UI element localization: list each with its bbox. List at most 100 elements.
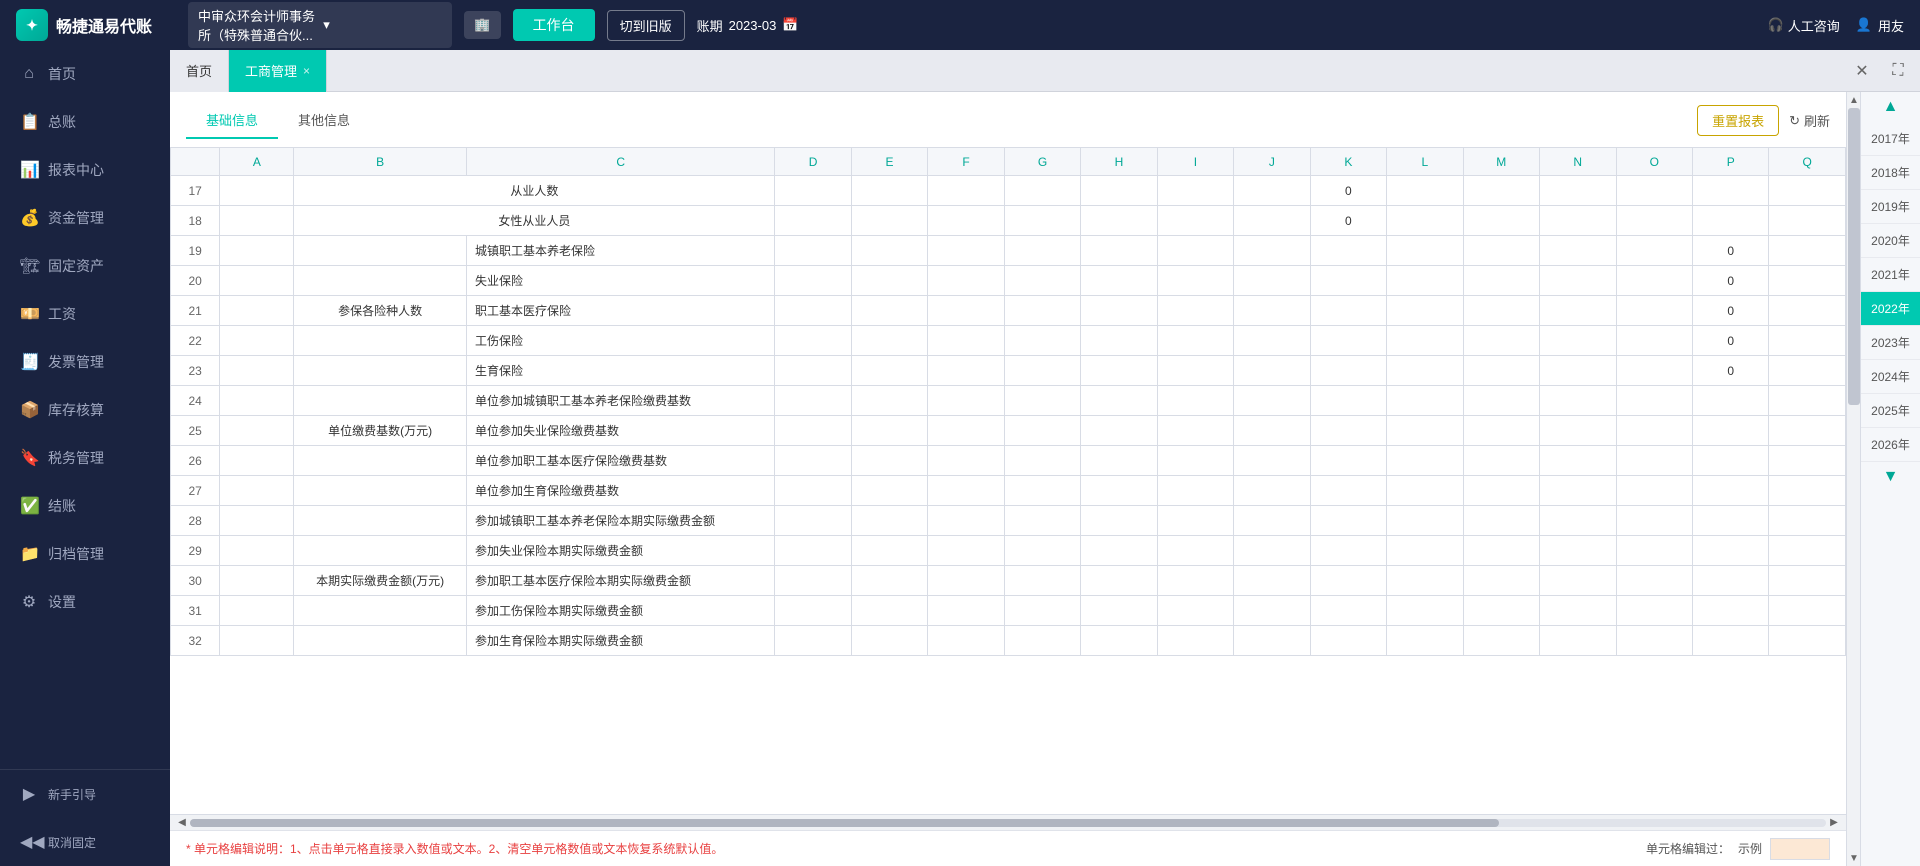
table-row: 30 本期实际缴费金额(万元) 参加职工基本医疗保险本期实际缴费金额 bbox=[171, 566, 1846, 596]
scroll-right-arrow[interactable]: ▶ bbox=[1826, 815, 1842, 831]
sidebar-item-finance[interactable]: 💰 资金管理 bbox=[0, 194, 170, 242]
close-window-button[interactable]: ✕ bbox=[1848, 57, 1876, 85]
year-2021[interactable]: 2021年 bbox=[1861, 258, 1920, 292]
row-17-o[interactable] bbox=[1616, 176, 1692, 206]
company-icon-btn[interactable]: 🏢 bbox=[464, 11, 500, 39]
refresh-icon: ↻ bbox=[1789, 113, 1800, 129]
sidebar-item-settings[interactable]: ⚙ 设置 bbox=[0, 578, 170, 626]
year-2022[interactable]: 2022年 bbox=[1861, 292, 1920, 326]
row-21-num: 21 bbox=[171, 296, 220, 326]
headset-icon: 🎧 bbox=[1768, 17, 1784, 33]
row-18-h[interactable] bbox=[1081, 206, 1157, 236]
sidebar-item-invoice[interactable]: 🧾 发票管理 bbox=[0, 338, 170, 386]
tab-basic-info[interactable]: 基础信息 bbox=[186, 102, 278, 139]
refresh-button[interactable]: ↻ 刷新 bbox=[1789, 111, 1830, 130]
row-18-j[interactable] bbox=[1234, 206, 1310, 236]
tab-home[interactable]: 首页 bbox=[170, 50, 229, 92]
row-18-p[interactable] bbox=[1692, 206, 1768, 236]
year-2025[interactable]: 2025年 bbox=[1861, 394, 1920, 428]
tab-close-icon[interactable]: × bbox=[303, 64, 310, 78]
row-17-m[interactable] bbox=[1463, 176, 1539, 206]
year-2019[interactable]: 2019年 bbox=[1861, 190, 1920, 224]
v-scrollbar[interactable]: ▲ ▼ bbox=[1846, 92, 1860, 866]
year-2017[interactable]: 2017年 bbox=[1861, 122, 1920, 156]
row-17-j[interactable] bbox=[1234, 176, 1310, 206]
row-19-b[interactable] bbox=[294, 236, 467, 266]
tab-business[interactable]: 工商管理 × bbox=[229, 50, 327, 92]
sidebar-item-report[interactable]: 📊 报表中心 bbox=[0, 146, 170, 194]
year-2020[interactable]: 2020年 bbox=[1861, 224, 1920, 258]
sidebar-item-wages[interactable]: 💴 工资 bbox=[0, 290, 170, 338]
row-31-num: 31 bbox=[171, 596, 220, 626]
sidebar-item-home[interactable]: ⌂ 首页 bbox=[0, 50, 170, 98]
row-17-n[interactable] bbox=[1540, 176, 1616, 206]
h-scrollbar[interactable]: ◀ ▶ bbox=[170, 814, 1846, 830]
year-nav-down[interactable]: ▼ bbox=[1861, 462, 1920, 492]
consult-button[interactable]: 🎧 人工咨询 bbox=[1768, 16, 1840, 35]
year-2026[interactable]: 2026年 bbox=[1861, 428, 1920, 462]
year-2024[interactable]: 2024年 bbox=[1861, 360, 1920, 394]
row-18-a[interactable] bbox=[220, 206, 294, 236]
row-19-p[interactable]: 0 bbox=[1692, 236, 1768, 266]
row-25-num: 25 bbox=[171, 416, 220, 446]
calendar-icon[interactable]: 📅 bbox=[782, 17, 798, 33]
sidebar-item-guide[interactable]: ▶ 新手引导 bbox=[0, 770, 170, 818]
row-18-l[interactable] bbox=[1387, 206, 1463, 236]
table-row: 20 失业保险 bbox=[171, 266, 1846, 296]
row-18-q[interactable] bbox=[1769, 206, 1846, 236]
building-icon: 🏢 bbox=[474, 17, 490, 33]
row-17-p[interactable] bbox=[1692, 176, 1768, 206]
sidebar-item-assets[interactable]: 🏗 固定资产 bbox=[0, 242, 170, 290]
scroll-up-arrow[interactable]: ▲ bbox=[1847, 92, 1861, 108]
scroll-down-arrow[interactable]: ▼ bbox=[1847, 850, 1861, 866]
workbench-button[interactable]: 工作台 bbox=[513, 9, 595, 41]
row-18-num: 18 bbox=[171, 206, 220, 236]
sidebar: ⌂ 首页 📋 总账 📊 报表中心 💰 资金管理 🏗 固定资产 💴 工资 🧾 发票… bbox=[0, 50, 170, 866]
row-17-k[interactable]: 0 bbox=[1310, 176, 1386, 206]
row-17-q[interactable] bbox=[1769, 176, 1846, 206]
row-19-c[interactable]: 城镇职工基本养老保险 bbox=[467, 236, 775, 266]
col-header-i: I bbox=[1157, 148, 1233, 176]
row-18-g[interactable] bbox=[1004, 206, 1080, 236]
row-29-num: 29 bbox=[171, 536, 220, 566]
row-21-b[interactable]: 参保各险种人数 bbox=[294, 296, 467, 326]
row-18-o[interactable] bbox=[1616, 206, 1692, 236]
row-18-e[interactable] bbox=[851, 206, 927, 236]
row-17-i[interactable] bbox=[1157, 176, 1233, 206]
row-17-f[interactable] bbox=[928, 176, 1004, 206]
sidebar-item-inventory[interactable]: 📦 库存核算 bbox=[0, 386, 170, 434]
row-17-b[interactable]: 从业人数 bbox=[294, 176, 775, 206]
tab-other-info[interactable]: 其他信息 bbox=[278, 102, 370, 139]
row-18-f[interactable] bbox=[928, 206, 1004, 236]
row-18-m[interactable] bbox=[1463, 206, 1539, 236]
row-17-a[interactable] bbox=[220, 176, 294, 206]
row-17-h[interactable] bbox=[1081, 176, 1157, 206]
row-18-d[interactable] bbox=[775, 206, 851, 236]
year-2018[interactable]: 2018年 bbox=[1861, 156, 1920, 190]
year-nav-up[interactable]: ▲ bbox=[1861, 92, 1920, 122]
sidebar-item-settle[interactable]: ✅ 结账 bbox=[0, 482, 170, 530]
row-17-d[interactable] bbox=[775, 176, 851, 206]
sidebar-item-unpin[interactable]: ◀◀ 取消固定 bbox=[0, 818, 170, 866]
col-header-m: M bbox=[1463, 148, 1539, 176]
reset-report-button[interactable]: 重置报表 bbox=[1697, 105, 1779, 136]
switch-version-button[interactable]: 切到旧版 bbox=[607, 10, 685, 41]
scroll-left-arrow[interactable]: ◀ bbox=[174, 815, 190, 831]
sidebar-item-tax[interactable]: 🔖 税务管理 bbox=[0, 434, 170, 482]
row-17-g[interactable] bbox=[1004, 176, 1080, 206]
year-2023[interactable]: 2023年 bbox=[1861, 326, 1920, 360]
settings-icon: ⚙ bbox=[20, 592, 38, 612]
expand-window-button[interactable]: ⛶ bbox=[1884, 57, 1912, 85]
row-17-e[interactable] bbox=[851, 176, 927, 206]
row-18-k[interactable]: 0 bbox=[1310, 206, 1386, 236]
sidebar-item-archive[interactable]: 📁 归档管理 bbox=[0, 530, 170, 578]
row-18-n[interactable] bbox=[1540, 206, 1616, 236]
row-18-b[interactable]: 女性从业人员 bbox=[294, 206, 775, 236]
sidebar-item-ledger[interactable]: 📋 总账 bbox=[0, 98, 170, 146]
company-selector[interactable]: 中审众环会计师事务所（特殊普通合伙... ▾ bbox=[188, 2, 452, 48]
row-18-i[interactable] bbox=[1157, 206, 1233, 236]
row-17-l[interactable] bbox=[1387, 176, 1463, 206]
user-area[interactable]: 👤 用友 bbox=[1856, 16, 1904, 35]
footer-right: 单元格编辑过： 示例 bbox=[1646, 838, 1830, 860]
row-19-a[interactable] bbox=[220, 236, 294, 266]
